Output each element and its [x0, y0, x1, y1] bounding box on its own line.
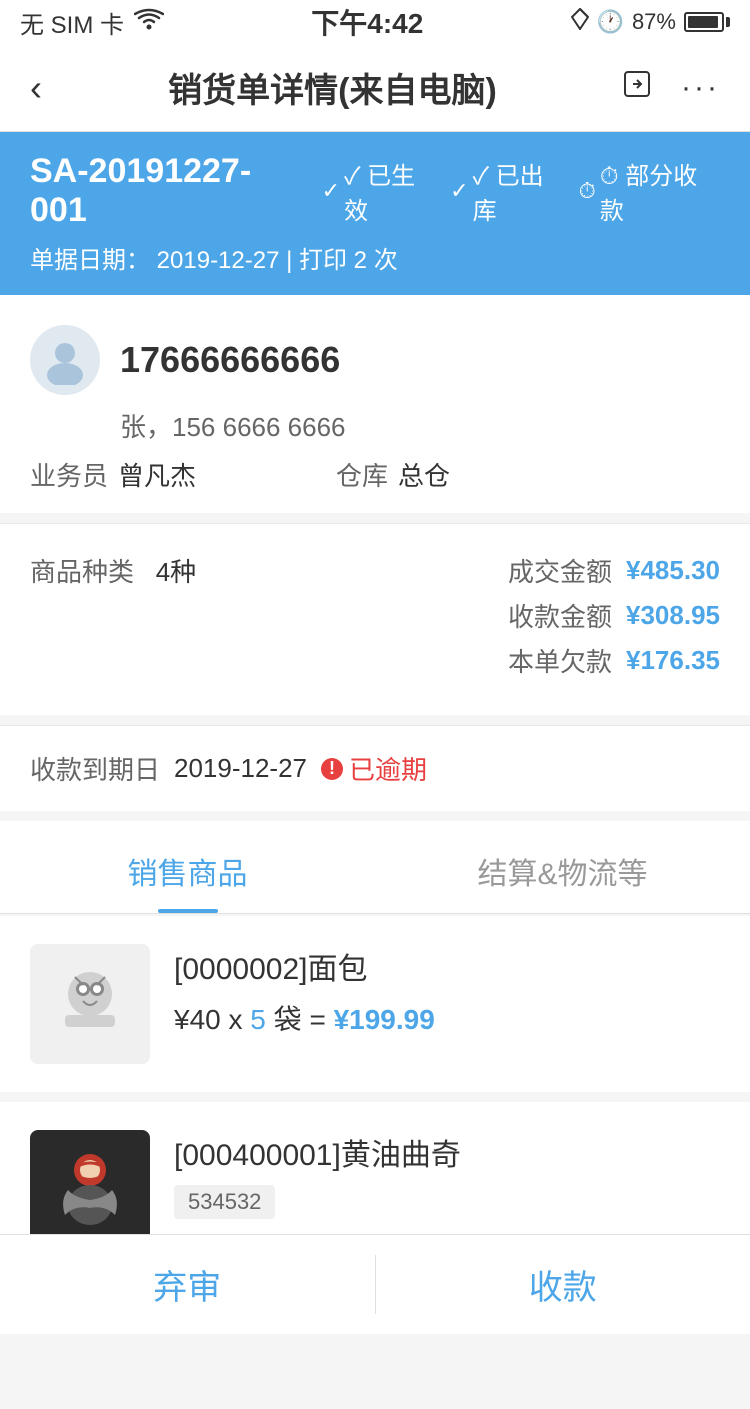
tab-underline: [158, 909, 218, 913]
check-icon-1: ✓: [322, 178, 340, 204]
collected-value: ¥308.95: [626, 600, 720, 631]
doc-badges: ✓ ✓ 已生效 ✓ ✓ 已出库 ⏱ ⏱ 部分收款: [322, 156, 720, 226]
tabs-section: 销售商品 结算&物流等: [0, 821, 750, 914]
badge-shipped: ✓ ✓ 已出库: [450, 156, 567, 226]
print-info: | 打印 2 次: [286, 247, 398, 274]
status-time: 下午4:42: [311, 2, 423, 42]
bottom-bar: 弃审 收款: [0, 1234, 750, 1334]
warehouse-label: 仓库: [336, 456, 388, 493]
nav-bar: ‹ 销货单详情(来自电脑) ···: [0, 44, 750, 132]
more-button[interactable]: ···: [681, 71, 720, 105]
check-icon-2: ✓: [450, 178, 468, 204]
clock-icon: ⏱: [579, 178, 596, 204]
status-left: 无 SIM 卡: [20, 5, 164, 40]
status-bar: 无 SIM 卡 下午4:42 🕐 87%: [0, 0, 750, 44]
customer-sub-info: 张，156 6666 6666: [30, 407, 720, 444]
nav-actions: ···: [623, 70, 720, 106]
product-item: [0000002]面包 ¥40 x 5 袋 = ¥199.99: [0, 916, 750, 1092]
stats-right: 成交金额 ¥485.30 收款金额 ¥308.95 本单欠款 ¥176.35: [508, 552, 720, 687]
overdue-text: 已逾期: [349, 750, 427, 787]
price-total-1: ¥199.99: [334, 1004, 435, 1035]
product-thumb-1: [30, 944, 150, 1064]
status-right: 🕐 87%: [571, 8, 730, 36]
due-date: 2019-12-27: [174, 753, 307, 784]
reject-label: 弃审: [153, 1260, 221, 1309]
customer-id: 17666666666: [120, 339, 340, 381]
debt-value: ¥176.35: [626, 645, 720, 676]
product-name-1: [0000002]面包: [174, 944, 720, 988]
wifi-icon: [134, 8, 164, 37]
badge-partial: ⏱ ⏱ 部分收款: [579, 156, 720, 226]
collect-button[interactable]: 收款: [376, 1235, 750, 1334]
tab-sales-products[interactable]: 销售商品: [0, 821, 375, 913]
date-label: 单据日期：: [30, 247, 150, 274]
debt-amount-row: 本单欠款 ¥176.35: [508, 642, 720, 679]
location-icon: [571, 8, 589, 36]
type-label: 商品种类: [30, 557, 134, 587]
tab-settlement[interactable]: 结算&物流等: [375, 821, 750, 913]
deal-amount-row: 成交金额 ¥485.30: [508, 552, 720, 589]
sales-info: 业务员 曾凡杰: [30, 456, 196, 493]
price-qty-1: 5: [250, 1004, 266, 1035]
page-title: 销货单详情(来自电脑): [168, 63, 497, 112]
doc-date: 2019-12-27: [157, 247, 280, 274]
doc-date-row: 单据日期： 2019-12-27 | 打印 2 次: [30, 240, 720, 275]
warehouse-info: 仓库 总仓: [336, 456, 450, 493]
unit-1: 袋: [274, 1004, 302, 1035]
stats-section: 商品种类 4种 成交金额 ¥485.30 收款金额 ¥308.95 本单欠款 ¥…: [0, 524, 750, 715]
doc-id: SA-20191227-001: [30, 152, 306, 230]
customer-section: 17666666666 张，156 6666 6666 业务员 曾凡杰 仓库 总…: [0, 295, 750, 513]
product-type-row: 商品种类 4种: [30, 552, 196, 589]
product-price-1: ¥40 x 5 袋 = ¥199.99: [174, 998, 720, 1038]
battery-percent: 87%: [632, 9, 676, 35]
sales-label: 业务员: [30, 456, 108, 493]
type-value: 4种: [156, 557, 196, 587]
back-button[interactable]: ‹: [30, 67, 42, 109]
overdue-badge: ! 已逾期: [321, 750, 427, 787]
due-label: 收款到期日: [30, 750, 160, 787]
product-thumb-2: [30, 1130, 150, 1250]
alarm-icon: 🕐: [597, 9, 624, 35]
deal-label: 成交金额: [508, 552, 612, 589]
badge-effective: ✓ ✓ 已生效: [322, 156, 439, 226]
collect-label: 收款: [529, 1260, 597, 1309]
debt-label: 本单欠款: [508, 642, 612, 679]
price-base-1: ¥40: [174, 1004, 221, 1035]
carrier-text: 无 SIM 卡: [20, 5, 124, 40]
product-sku-2: 534532: [174, 1185, 275, 1219]
product-name-2: [000400001]黄油曲奇: [174, 1130, 720, 1174]
customer-row: 17666666666: [30, 325, 720, 395]
collected-amount-row: 收款金额 ¥308.95: [508, 597, 720, 634]
battery-icon: [684, 12, 730, 32]
doc-header: SA-20191227-001 ✓ ✓ 已生效 ✓ ✓ 已出库 ⏱ ⏱ 部分收款…: [0, 132, 750, 295]
avatar: [30, 325, 100, 395]
deal-value: ¥485.30: [626, 555, 720, 586]
tabs-row: 销售商品 结算&物流等: [0, 821, 750, 914]
reject-button[interactable]: 弃审: [0, 1235, 375, 1334]
overdue-icon: !: [321, 758, 343, 780]
due-section: 收款到期日 2019-12-27 ! 已逾期: [0, 726, 750, 811]
stats-left: 商品种类 4种: [30, 552, 196, 589]
customer-meta: 业务员 曾凡杰 仓库 总仓: [30, 456, 720, 493]
share-button[interactable]: [623, 70, 651, 106]
warehouse-value: 总仓: [398, 456, 450, 493]
collected-label: 收款金额: [508, 597, 612, 634]
sales-value: 曾凡杰: [118, 456, 196, 493]
product-info-1: [0000002]面包 ¥40 x 5 袋 = ¥199.99: [174, 944, 720, 1038]
